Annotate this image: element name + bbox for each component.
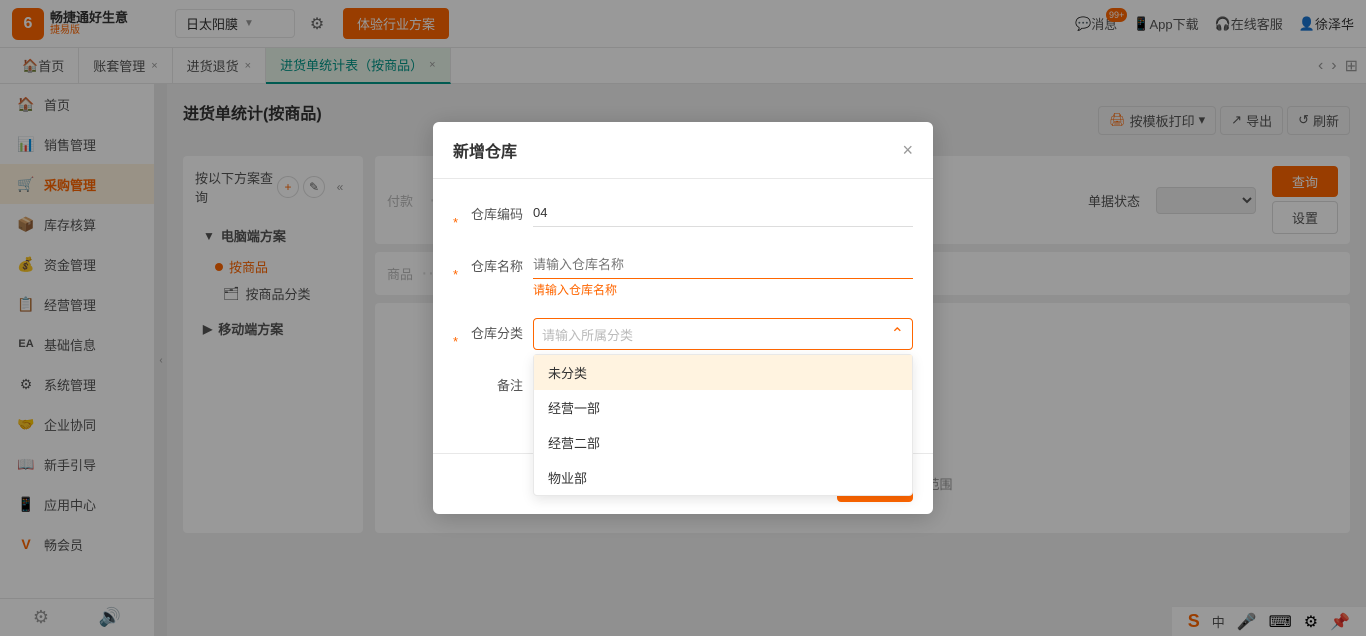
- name-label: 仓库名称: [453, 251, 533, 283]
- form-row-category: 仓库分类 请输入所属分类 ⌃ 未分类 经营一部 经营二部 物业部: [453, 318, 913, 350]
- name-input[interactable]: [533, 251, 913, 279]
- code-input[interactable]: [533, 199, 913, 227]
- code-label: 仓库编码: [453, 199, 533, 231]
- name-input-wrap: 请输入仓库名称: [533, 251, 913, 298]
- chevron-up-icon: ⌃: [891, 324, 904, 344]
- add-warehouse-modal: 新增仓库 × 仓库编码 仓库名称 请输入仓库名称 仓库分类: [433, 122, 933, 514]
- modal-body: 仓库编码 仓库名称 请输入仓库名称 仓库分类 请输入所属分类: [433, 179, 933, 453]
- name-error-msg: 请输入仓库名称: [533, 281, 913, 298]
- dropdown-option-property[interactable]: 物业部: [534, 460, 912, 495]
- modal-header: 新增仓库 ×: [433, 122, 933, 179]
- modal-close-button[interactable]: ×: [902, 140, 913, 161]
- code-input-wrap: [533, 199, 913, 227]
- form-row-name: 仓库名称 请输入仓库名称: [453, 251, 913, 298]
- category-dropdown-menu: 未分类 经营一部 经营二部 物业部: [533, 354, 913, 496]
- dropdown-option-dept2[interactable]: 经营二部: [534, 425, 912, 460]
- modal-overlay: 新增仓库 × 仓库编码 仓库名称 请输入仓库名称 仓库分类: [0, 0, 1366, 636]
- form-row-code: 仓库编码: [453, 199, 913, 231]
- category-input-wrap: 请输入所属分类 ⌃ 未分类 经营一部 经营二部 物业部: [533, 318, 913, 350]
- category-label: 仓库分类: [453, 318, 533, 350]
- modal-title: 新增仓库: [453, 138, 517, 162]
- note-label: 备注: [453, 370, 533, 402]
- category-placeholder: 请输入所属分类: [542, 325, 633, 344]
- category-dropdown[interactable]: 请输入所属分类 ⌃: [533, 318, 913, 350]
- dropdown-option-dept1[interactable]: 经营一部: [534, 390, 912, 425]
- dropdown-option-uncategorized[interactable]: 未分类: [534, 355, 912, 390]
